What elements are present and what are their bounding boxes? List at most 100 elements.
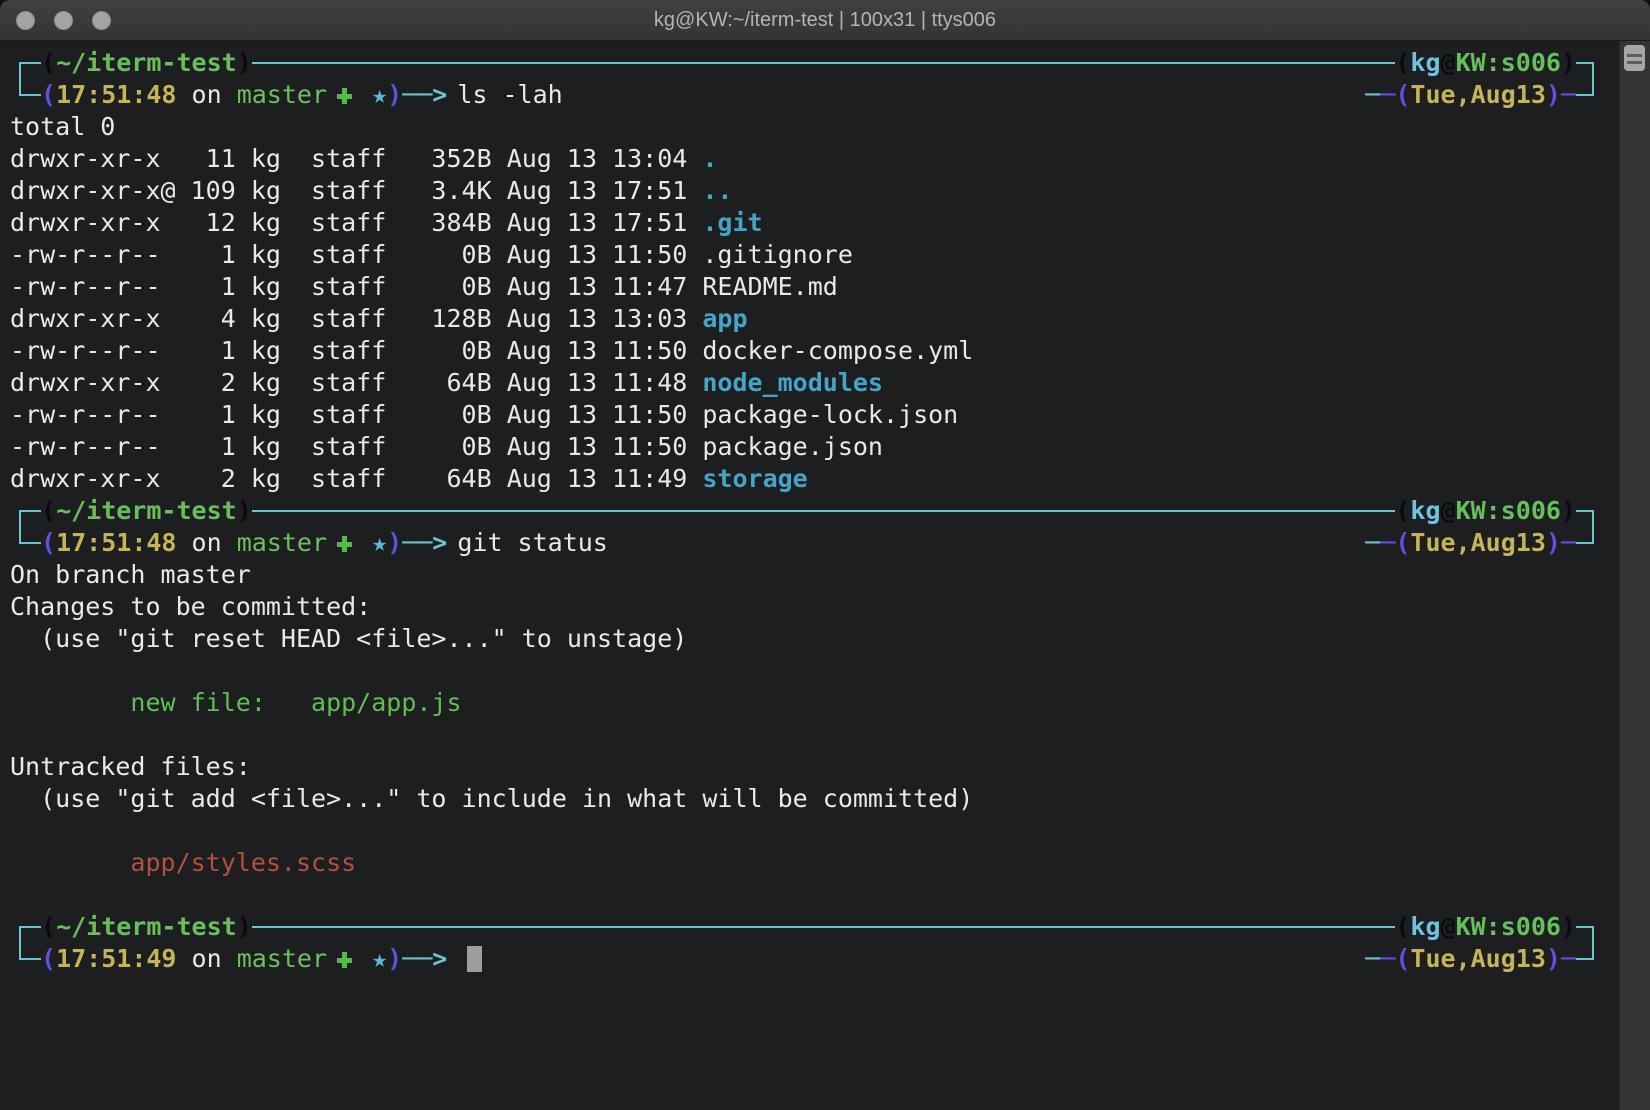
ls-row: -rw-r--r-- 1 kg staff 0B Aug 13 11:50 .g…	[10, 239, 1650, 271]
git-status-line: Changes to be committed:	[10, 591, 1650, 623]
shell-prompt: (~/iterm-test)(kg @ KW:s006) (17:51:48 on …	[10, 47, 1594, 111]
ls-row-meta: drwxr-xr-x 2 kg staff 64B Aug 13 11:48	[10, 368, 703, 397]
git-status-text: Untracked files:	[10, 752, 251, 781]
ls-row-filename: .git	[702, 208, 763, 237]
paren: )	[1560, 48, 1576, 77]
prompt-frame-hline	[251, 62, 1396, 64]
paren: )	[1560, 496, 1576, 525]
paren: (	[41, 48, 57, 77]
git-status-text: (use "git reset HEAD <file>..." to unsta…	[10, 624, 688, 653]
paren: )	[236, 48, 252, 77]
ls-row: drwxr-xr-x 11 kg staff 352B Aug 13 13:04…	[10, 143, 1650, 175]
git-stash-star-icon: ★	[357, 944, 388, 973]
prompt-frame-corner	[19, 510, 41, 512]
ls-row-meta: -rw-r--r-- 1 kg staff 0B Aug 13 11:50	[10, 432, 703, 461]
prompt-frame-corner	[19, 542, 41, 544]
prompt-frame-right-line	[1592, 62, 1594, 95]
paren: (	[1395, 48, 1411, 77]
ls-row: total 0	[10, 111, 1650, 143]
prompt-frame-corner	[19, 62, 41, 64]
git-status-text: new file: app/app.js	[10, 688, 462, 717]
ls-row-meta: drwxr-xr-x 11 kg staff 352B Aug 13 13:04	[10, 144, 703, 173]
ls-row-meta: total 0	[10, 112, 116, 141]
git-dirty-plus-icon	[337, 88, 353, 104]
git-dirty-plus-icon	[337, 952, 353, 968]
ls-row-meta: drwxr-xr-x@ 109 kg staff 3.4K Aug 13 17:…	[10, 176, 703, 205]
git-status-text: app/styles.scss	[10, 848, 357, 877]
at-sign: @	[1440, 496, 1456, 525]
prompt-top-row: (~/iterm-test)(kg @ KW:s006)	[10, 911, 1594, 943]
ls-row: drwxr-xr-x 2 kg staff 64B Aug 13 11:49 s…	[10, 463, 1650, 495]
ls-row-meta: -rw-r--r-- 1 kg staff 0B Aug 13 11:50	[10, 336, 703, 365]
on-label: on	[176, 80, 237, 109]
git-dirty-plus-icon	[337, 536, 353, 552]
paren: )─	[1545, 944, 1576, 973]
paren: (	[41, 80, 57, 109]
git-status-line: (use "git reset HEAD <file>..." to unsta…	[10, 623, 1650, 655]
prompt-frame-hline	[251, 926, 1396, 928]
ls-row: drwxr-xr-x 4 kg staff 128B Aug 13 13:03 …	[10, 303, 1650, 335]
prompt-cwd: ~/iterm-test	[56, 496, 237, 525]
prompt-user: kg	[1410, 912, 1441, 941]
terminal-screen[interactable]: (~/iterm-test)(kg @ KW:s006) (17:51:48 on …	[0, 41, 1650, 1110]
git-stash-star-icon: ★	[357, 80, 388, 109]
paren: )	[387, 80, 403, 109]
ls-row-filename: storage	[702, 464, 808, 493]
prompt-bottom-row: (17:51:48 on master ★) ──> git status ─ ─(Tu…	[10, 527, 1594, 559]
prompt-bottom-row: (17:51:48 on master ★) ──> ls -lah ─ ─(Tue,A…	[10, 79, 1594, 111]
prompt-host-session: KW:s006	[1455, 912, 1561, 941]
ls-row-meta: -rw-r--r-- 1 kg staff 0B Aug 13 11:50	[10, 240, 703, 269]
git-status-line	[10, 655, 1650, 687]
ls-row-meta: drwxr-xr-x 12 kg staff 384B Aug 13 17:51	[10, 208, 703, 237]
prompt-arrow-icon: ──>	[402, 944, 448, 973]
paren: (	[1395, 912, 1411, 941]
frame-dash: ─	[1365, 944, 1381, 973]
prompt-top-row: (~/iterm-test)(kg @ KW:s006)	[10, 495, 1594, 527]
prompt-user: kg	[1410, 496, 1441, 525]
paren: ─(	[1380, 944, 1411, 973]
ls-row-filename: node_modules	[702, 368, 883, 397]
paren: )─	[1545, 80, 1576, 109]
ls-output: total 0 drwxr-xr-x 11 kg staff 352B Aug …	[10, 111, 1650, 495]
ls-row: drwxr-xr-x@ 109 kg staff 3.4K Aug 13 17:…	[10, 175, 1650, 207]
git-branch-name: master	[236, 528, 328, 557]
git-status-line	[10, 719, 1650, 751]
git-status-line: new file: app/app.js	[10, 687, 1650, 719]
prompt-cwd: ~/iterm-test	[56, 912, 237, 941]
git-status-line: On branch master	[10, 559, 1650, 591]
scrollbar-thumb-icon[interactable]	[1624, 45, 1645, 71]
on-label: on	[176, 528, 237, 557]
prompt-user: kg	[1410, 48, 1441, 77]
git-status-line	[10, 879, 1650, 911]
at-sign: @	[1440, 48, 1456, 77]
paren: (	[41, 496, 57, 525]
prompt-frame-right-line	[1592, 510, 1594, 543]
git-status-line	[10, 815, 1650, 847]
ls-row-filename: app	[702, 304, 748, 333]
ls-row-filename: .	[702, 144, 718, 173]
paren: )	[387, 944, 403, 973]
ls-row: -rw-r--r-- 1 kg staff 0B Aug 13 11:50 pa…	[10, 431, 1650, 463]
paren: )─	[1545, 528, 1576, 557]
prompt-top-row: (~/iterm-test)(kg @ KW:s006)	[10, 47, 1594, 79]
ls-row: -rw-r--r-- 1 kg staff 0B Aug 13 11:47 RE…	[10, 271, 1650, 303]
prompt-host-session: KW:s006	[1455, 48, 1561, 77]
git-status-text: Changes to be committed:	[10, 592, 372, 621]
git-status-output: On branch master Changes to be committed…	[10, 559, 1650, 911]
frame-dash: ─	[1365, 80, 1381, 109]
paren: ─(	[1380, 528, 1411, 557]
git-branch-name: master	[236, 80, 328, 109]
prompt-frame-corner	[19, 94, 41, 96]
terminal-window: kg@KW:~/iterm-test | 100x31 | ttys006 (~…	[0, 0, 1650, 1110]
scrollbar-track[interactable]	[1619, 41, 1650, 1110]
terminal-cursor[interactable]	[467, 946, 483, 972]
ls-row-meta: -rw-r--r-- 1 kg staff 0B Aug 13 11:50	[10, 400, 703, 429]
ls-row-filename: ..	[702, 176, 733, 205]
prompt-frame-corner	[19, 926, 41, 928]
git-stash-star-icon: ★	[357, 528, 388, 557]
frame-dash: ─	[1365, 528, 1381, 557]
command-text: git status	[457, 528, 608, 557]
prompt-frame-left-line	[19, 926, 21, 959]
git-status-line: Untracked files:	[10, 751, 1650, 783]
paren: )	[236, 496, 252, 525]
